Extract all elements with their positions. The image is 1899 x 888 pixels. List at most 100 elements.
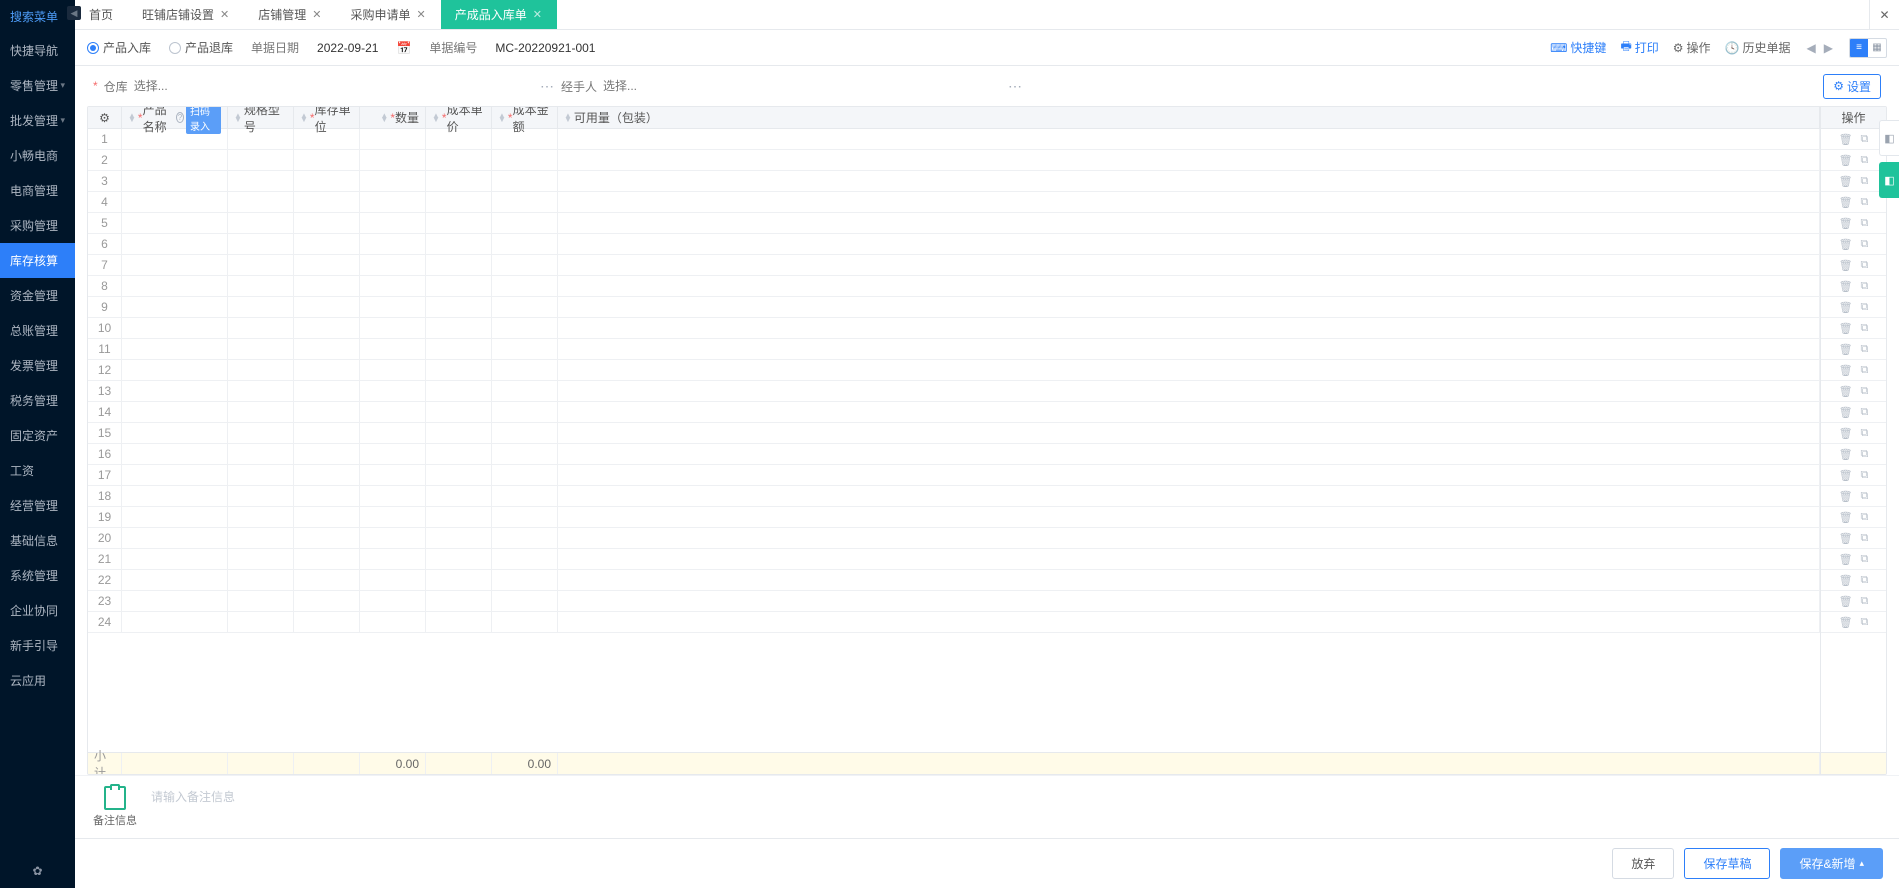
copy-icon[interactable]: ⧉: [1861, 238, 1869, 251]
copy-icon[interactable]: ⧉: [1861, 280, 1869, 293]
sidebar-item-16[interactable]: 企业协同: [0, 593, 75, 628]
table-row[interactable]: 13: [88, 381, 1820, 402]
copy-icon[interactable]: ⧉: [1861, 553, 1869, 566]
table-row[interactable]: 20: [88, 528, 1820, 549]
delete-icon[interactable]: 🗑: [1839, 385, 1853, 398]
delete-icon[interactable]: 🗑: [1839, 133, 1853, 146]
table-row[interactable]: 14: [88, 402, 1820, 423]
tab-1[interactable]: 旺铺店铺设置✕: [128, 0, 244, 29]
copy-icon[interactable]: ⧉: [1861, 343, 1869, 356]
copy-icon[interactable]: ⧉: [1861, 301, 1869, 314]
delete-icon[interactable]: 🗑: [1839, 532, 1853, 545]
sidebar-item-6[interactable]: 库存核算: [0, 243, 75, 278]
delete-icon[interactable]: 🗑: [1839, 574, 1853, 587]
history-link[interactable]: 🕓 历史单据: [1725, 39, 1791, 56]
print-link[interactable]: 🖶 打印: [1620, 37, 1658, 58]
col-price[interactable]: ▲▼*成本单价: [426, 107, 492, 128]
sidebar-item-9[interactable]: 发票管理: [0, 348, 75, 383]
table-row[interactable]: 17: [88, 465, 1820, 486]
delete-icon[interactable]: 🗑: [1839, 280, 1853, 293]
prev-icon[interactable]: ◀: [1805, 41, 1818, 55]
delete-icon[interactable]: 🗑: [1839, 616, 1853, 629]
sidebar-item-15[interactable]: 系统管理: [0, 558, 75, 593]
close-icon[interactable]: ✕: [533, 8, 542, 21]
sidebar-item-7[interactable]: 资金管理: [0, 278, 75, 313]
delete-icon[interactable]: 🗑: [1839, 322, 1853, 335]
copy-icon[interactable]: ⧉: [1861, 175, 1869, 188]
grid-settings-button[interactable]: ⚙ 设置: [1823, 74, 1881, 99]
sidebar-item-10[interactable]: 税务管理: [0, 383, 75, 418]
delete-icon[interactable]: 🗑: [1839, 553, 1853, 566]
table-row[interactable]: 19: [88, 507, 1820, 528]
delete-icon[interactable]: 🗑: [1839, 448, 1853, 461]
delete-icon[interactable]: 🗑: [1839, 364, 1853, 377]
close-icon[interactable]: ✕: [312, 8, 321, 21]
delete-icon[interactable]: 🗑: [1839, 595, 1853, 608]
delete-icon[interactable]: 🗑: [1839, 238, 1853, 251]
delete-icon[interactable]: 🗑: [1839, 427, 1853, 440]
sidebar-item-12[interactable]: 工资: [0, 453, 75, 488]
tab-2[interactable]: 店铺管理✕: [244, 0, 336, 29]
warehouse-select[interactable]: [134, 75, 534, 98]
copy-icon[interactable]: ⧉: [1861, 532, 1869, 545]
table-row[interactable]: 22: [88, 570, 1820, 591]
dock-item-2[interactable]: ◧: [1879, 162, 1899, 198]
sidebar-item-14[interactable]: 基础信息: [0, 523, 75, 558]
copy-icon[interactable]: ⧉: [1861, 406, 1869, 419]
copy-icon[interactable]: ⧉: [1861, 469, 1869, 482]
close-icon[interactable]: ✕: [220, 8, 229, 21]
copy-icon[interactable]: ⧉: [1861, 616, 1869, 629]
table-row[interactable]: 5: [88, 213, 1820, 234]
info-icon[interactable]: ?: [176, 112, 184, 123]
next-icon[interactable]: ▶: [1822, 41, 1835, 55]
sidebar-item-4[interactable]: 电商管理: [0, 173, 75, 208]
delete-icon[interactable]: 🗑: [1839, 511, 1853, 524]
table-row[interactable]: 24: [88, 612, 1820, 633]
delete-icon[interactable]: 🗑: [1839, 175, 1853, 188]
copy-icon[interactable]: ⧉: [1861, 196, 1869, 209]
calendar-icon[interactable]: 📅: [396, 41, 411, 55]
copy-icon[interactable]: ⧉: [1861, 217, 1869, 230]
col-product-name[interactable]: ▲▼*产品名称?扫码录入: [122, 107, 228, 128]
tab-4[interactable]: 产成品入库单✕: [441, 0, 557, 29]
col-spec[interactable]: ▲▼规格型号: [228, 107, 294, 128]
settings-gear-icon[interactable]: ✿: [0, 854, 75, 888]
copy-icon[interactable]: ⧉: [1861, 448, 1869, 461]
handler-more-icon[interactable]: ⋯: [1008, 78, 1021, 95]
radio-product-in[interactable]: 产品入库: [87, 39, 151, 56]
date-value[interactable]: 2022-09-21: [317, 41, 378, 55]
discard-button[interactable]: 放弃: [1612, 848, 1674, 879]
col-qty[interactable]: ▲▼*数量: [360, 107, 426, 128]
table-row[interactable]: 2: [88, 150, 1820, 171]
copy-icon[interactable]: ⧉: [1861, 427, 1869, 440]
copy-icon[interactable]: ⧉: [1861, 133, 1869, 146]
view-list-icon[interactable]: ≡: [1850, 39, 1868, 57]
delete-icon[interactable]: 🗑: [1839, 196, 1853, 209]
col-unit[interactable]: ▲▼*库存单位: [294, 107, 360, 128]
copy-icon[interactable]: ⧉: [1861, 574, 1869, 587]
copy-icon[interactable]: ⧉: [1861, 154, 1869, 167]
sidebar-item-5[interactable]: 采购管理: [0, 208, 75, 243]
table-row[interactable]: 15: [88, 423, 1820, 444]
sidebar-item-8[interactable]: 总账管理: [0, 313, 75, 348]
shortcut-link[interactable]: ⌨ 快捷键: [1550, 39, 1606, 56]
sidebar-item-17[interactable]: 新手引导: [0, 628, 75, 663]
table-row[interactable]: 6: [88, 234, 1820, 255]
sidebar-item-2[interactable]: 批发管理▾: [0, 103, 75, 138]
table-row[interactable]: 10: [88, 318, 1820, 339]
sidebar-item-0[interactable]: 快捷导航: [0, 33, 75, 68]
sidebar-item-13[interactable]: 经营管理: [0, 488, 75, 523]
table-row[interactable]: 16: [88, 444, 1820, 465]
close-icon[interactable]: ✕: [417, 8, 426, 21]
sidebar-collapse-icon[interactable]: ◀: [67, 6, 81, 20]
view-grid-icon[interactable]: ▦: [1868, 39, 1886, 57]
tab-3[interactable]: 采购申请单✕: [336, 0, 440, 29]
dock-item-1[interactable]: ◧: [1879, 120, 1899, 156]
save-draft-button[interactable]: 保存草稿: [1684, 848, 1770, 879]
copy-icon[interactable]: ⧉: [1861, 490, 1869, 503]
copy-icon[interactable]: ⧉: [1861, 364, 1869, 377]
copy-icon[interactable]: ⧉: [1861, 595, 1869, 608]
copy-icon[interactable]: ⧉: [1861, 322, 1869, 335]
sidebar-item-1[interactable]: 零售管理▾: [0, 68, 75, 103]
col-index[interactable]: ⚙: [88, 107, 122, 128]
